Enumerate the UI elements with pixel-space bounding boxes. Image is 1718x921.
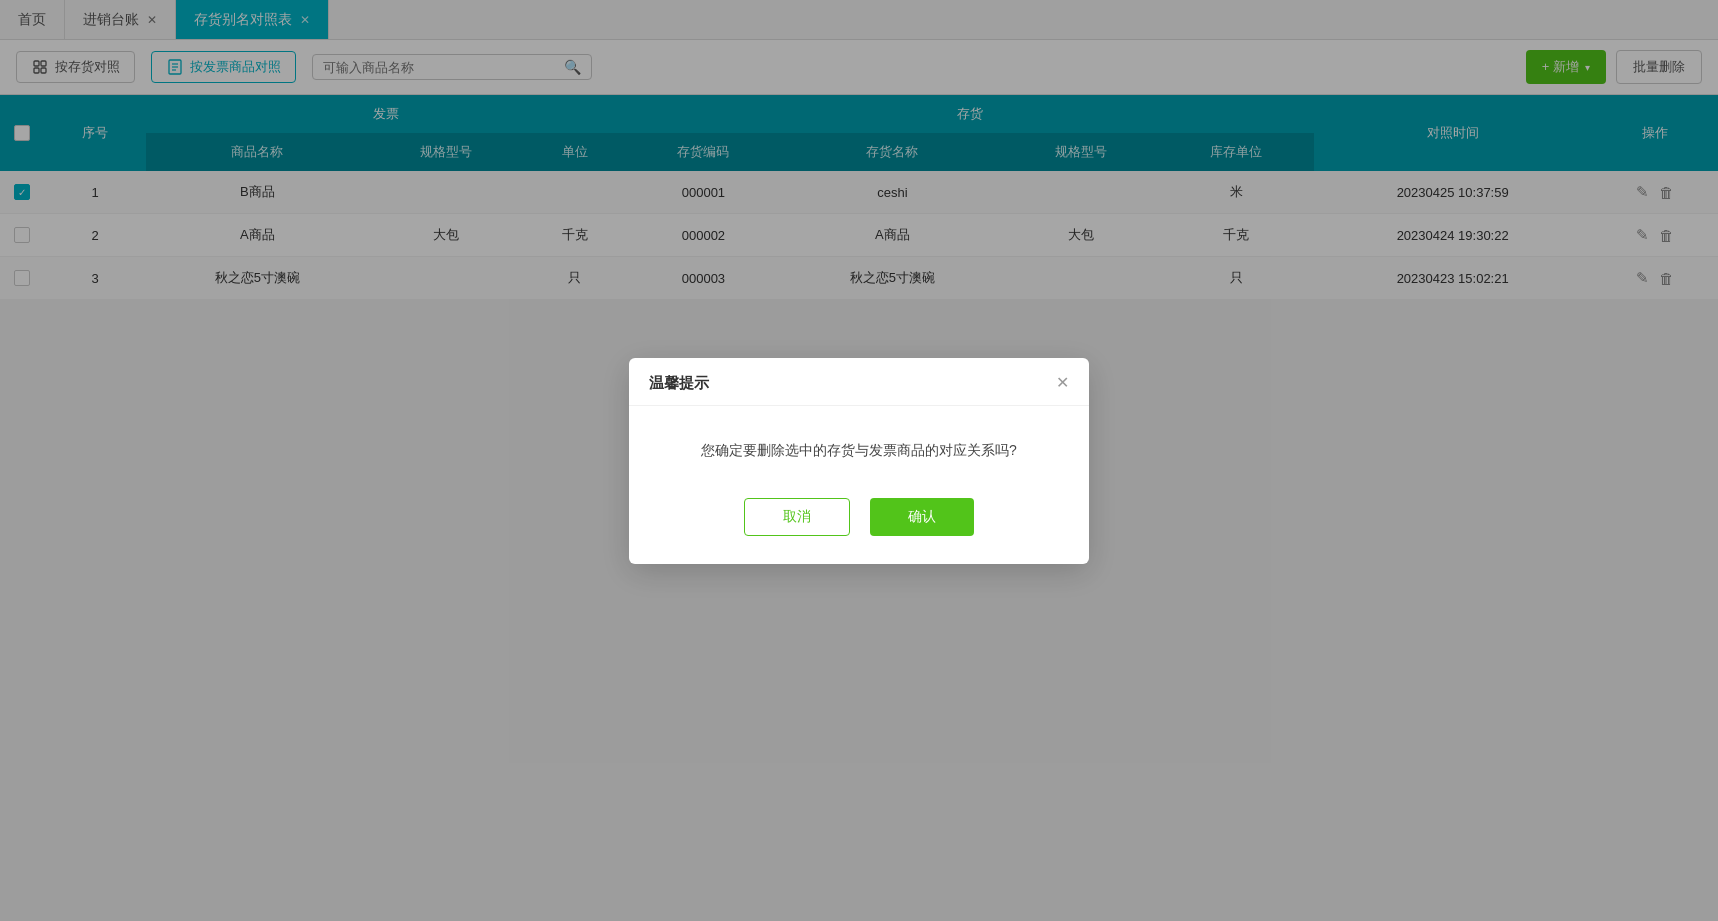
overlay: 温馨提示 ✕ 您确定要删除选中的存货与发票商品的对应关系吗? 取消 确认 — [0, 0, 1718, 300]
